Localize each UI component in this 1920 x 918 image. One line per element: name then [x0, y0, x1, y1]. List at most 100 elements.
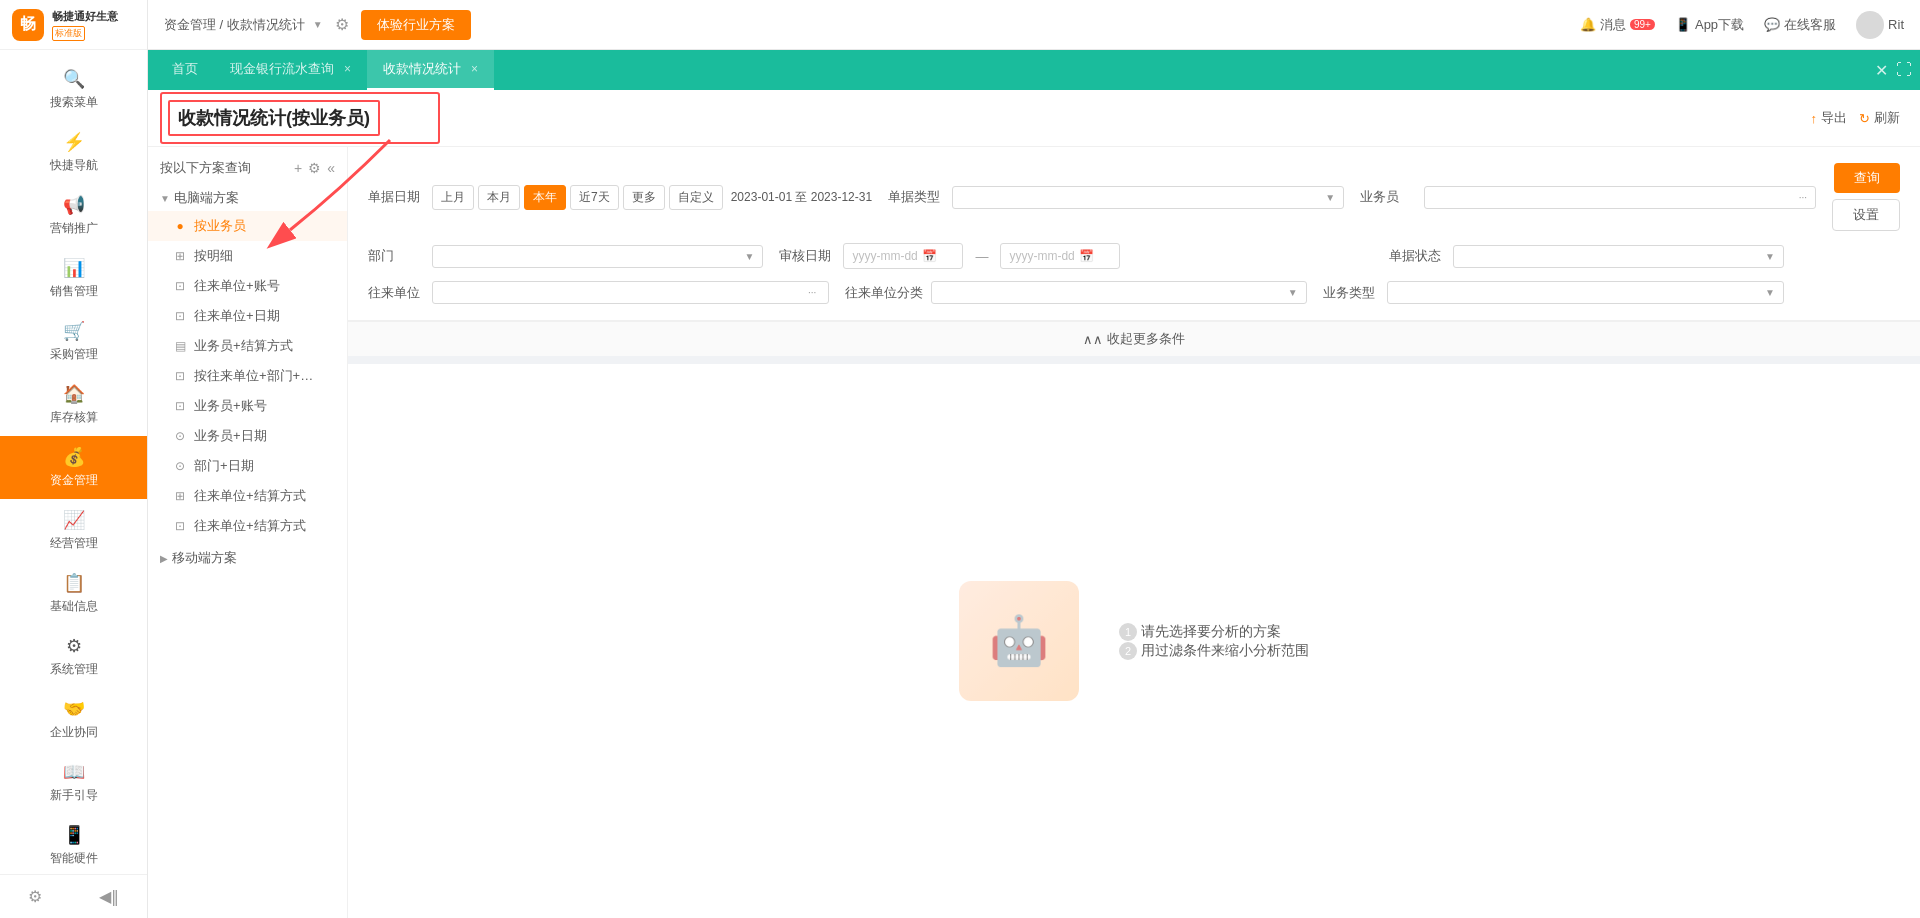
date-btn-7days[interactable]: 近7天: [570, 185, 619, 210]
sidebar-item-operations[interactable]: 📈 经营管理: [0, 499, 147, 562]
sidebar-item-purchase[interactable]: 🛒 采购管理: [0, 310, 147, 373]
tree-item-dept-date[interactable]: ⊙ 部门+日期: [148, 451, 347, 481]
collapse-panel-icon[interactable]: «: [327, 160, 335, 176]
bill-type-select[interactable]: ▼: [952, 186, 1344, 209]
topbar-gear-icon[interactable]: ⚙: [335, 15, 349, 34]
settings-button[interactable]: 设置: [1832, 199, 1900, 231]
audit-date-start[interactable]: yyyy-mm-dd 📅: [843, 243, 963, 269]
business-type-select[interactable]: ▼: [1387, 281, 1784, 304]
tree-group-mobile-toggle[interactable]: ▶ 移动端方案: [148, 545, 347, 571]
tree-item-detail[interactable]: ⊞ 按明细: [148, 241, 347, 271]
date-btn-last-month[interactable]: 上月: [432, 185, 474, 210]
tree-item-salesman[interactable]: ● 按业务员: [148, 211, 347, 241]
sidebar-item-system[interactable]: ⚙ 系统管理: [0, 625, 147, 688]
messages-action[interactable]: 🔔 消息 99+: [1580, 16, 1655, 34]
settings-bottom-icon[interactable]: ⚙: [28, 887, 42, 906]
audit-date-end[interactable]: yyyy-mm-dd 📅: [1000, 243, 1120, 269]
counterparty-select[interactable]: ···: [432, 281, 829, 304]
counterparty-class-select[interactable]: ▼: [931, 281, 1306, 304]
date-btn-this-month[interactable]: 本月: [478, 185, 520, 210]
tree-item-unit-settle2[interactable]: ⊡ 往来单位+结算方式: [148, 511, 347, 541]
bill-status-select[interactable]: ▼: [1453, 245, 1784, 268]
right-panel: 单据日期 上月 本月 本年 近7天 更多 自定义 2023-01-01 至 20…: [348, 147, 1920, 918]
hardware-icon: 📱: [63, 824, 85, 846]
operations-icon: 📈: [63, 509, 85, 531]
tab-maximize-icon[interactable]: ⛶: [1896, 61, 1912, 79]
refresh-button[interactable]: ↻ 刷新: [1859, 109, 1900, 127]
tree-item-unit-settle1[interactable]: ⊞ 往来单位+结算方式: [148, 481, 347, 511]
tab-bank-flow-close[interactable]: ×: [344, 62, 351, 76]
export-button[interactable]: ↑ 导出: [1811, 109, 1848, 127]
purchase-icon: 🛒: [63, 320, 85, 342]
salesman-dropdown-icon: ···: [1799, 192, 1807, 203]
filter-item-date: 单据日期 上月 本月 本年 近7天 更多 自定义 2023-01-01 至 20…: [368, 185, 872, 210]
sidebar-item-label: 经营管理: [50, 535, 98, 552]
tree-item-unit-dept[interactable]: ⊡ 按往来单位+部门+收...: [148, 361, 347, 391]
tree-group-desktop-toggle[interactable]: ▼ 电脑端方案: [148, 185, 347, 211]
tree-item-salesman-account[interactable]: ⊡ 业务员+账号: [148, 391, 347, 421]
sidebar-item-base[interactable]: 📋 基础信息: [0, 562, 147, 625]
panel-header-label: 按以下方案查询: [160, 159, 251, 177]
tree-item-label: 往来单位+结算方式: [194, 487, 306, 505]
sidebar-item-label: 企业协同: [50, 724, 98, 741]
refresh-icon: ↻: [1859, 111, 1870, 126]
sales-icon: 📊: [63, 257, 85, 279]
tree-item-label: 往来单位+账号: [194, 277, 280, 295]
tree-item-salesman-settle[interactable]: ▤ 业务员+结算方式: [148, 331, 347, 361]
date-btn-more[interactable]: 更多: [623, 185, 665, 210]
unit-account-icon: ⊡: [172, 278, 188, 294]
tab-collection-stats-label: 收款情况统计: [383, 60, 461, 78]
audit-date-start-placeholder: yyyy-mm-dd: [852, 249, 917, 263]
calendar-icon: 📅: [922, 249, 937, 263]
tab-bank-flow[interactable]: 现金银行流水查询 ×: [214, 50, 367, 90]
empty-tip-2: 2 用过滤条件来缩小分析范围: [1119, 641, 1309, 660]
user-menu[interactable]: Rit: [1856, 11, 1904, 39]
online-service-action[interactable]: 💬 在线客服: [1764, 16, 1836, 34]
collapse-bar[interactable]: ∧∧ 收起更多条件: [348, 321, 1920, 356]
calendar-icon-2: 📅: [1079, 249, 1094, 263]
salesman-select[interactable]: ···: [1424, 186, 1816, 209]
counterparty-class-dropdown-icon: ▼: [1288, 287, 1298, 298]
dept-date-icon: ⊙: [172, 458, 188, 474]
sidebar-item-finance[interactable]: 💰 资金管理: [0, 436, 147, 499]
add-scheme-icon[interactable]: +: [294, 160, 302, 176]
sidebar-item-marketing[interactable]: 📢 营销推广: [0, 184, 147, 247]
sidebar-item-label: 新手引导: [50, 787, 98, 804]
salesman-filter-label: 业务员: [1360, 188, 1416, 206]
breadcrumb-dropdown-icon[interactable]: ▼: [313, 19, 323, 30]
app-icon: 📱: [1675, 17, 1691, 32]
tab-collection-stats-close[interactable]: ×: [471, 62, 478, 76]
sidebar-item-quicknav[interactable]: ⚡ 快捷导航: [0, 121, 147, 184]
tree-item-salesman-date[interactable]: ⊙ 业务员+日期: [148, 421, 347, 451]
trial-industry-button[interactable]: 体验行业方案: [361, 10, 471, 40]
sidebar-item-enterprise[interactable]: 🤝 企业协同: [0, 688, 147, 751]
sidebar-item-search[interactable]: 🔍 搜索菜单: [0, 58, 147, 121]
query-button[interactable]: 查询: [1834, 163, 1900, 193]
tree-item-label: 按往来单位+部门+收...: [194, 367, 324, 385]
date-btn-custom[interactable]: 自定义: [669, 185, 723, 210]
scheme-settings-icon[interactable]: ⚙: [308, 160, 321, 176]
panel-header: 按以下方案查询 + ⚙ «: [148, 159, 347, 185]
unit-settle1-icon: ⊞: [172, 488, 188, 504]
tree-item-unit-date[interactable]: ⊡ 往来单位+日期: [148, 301, 347, 331]
tab-home[interactable]: 首页: [156, 50, 214, 90]
empty-content: 🤖 1 请先选择要分析的方案 2 用过滤条件来缩小分析范围: [959, 581, 1309, 701]
sidebar-item-sales[interactable]: 📊 销售管理: [0, 247, 147, 310]
breadcrumb: 资金管理 / 收款情况统计 ▼: [164, 16, 323, 34]
tab-collection-stats[interactable]: 收款情况统计 ×: [367, 50, 494, 90]
sidebar-item-hardware[interactable]: 📱 智能硬件: [0, 814, 147, 874]
tab-close-all-icon[interactable]: ✕: [1875, 61, 1888, 80]
sidebar-bottom: ⚙ ◀‖: [0, 874, 147, 918]
sidebar-item-inventory[interactable]: 🏠 库存核算: [0, 373, 147, 436]
date-btn-this-year[interactable]: 本年: [524, 185, 566, 210]
sidebar-item-label: 智能硬件: [50, 850, 98, 867]
business-type-dropdown-icon: ▼: [1765, 287, 1775, 298]
collapse-sidebar-icon[interactable]: ◀‖: [99, 887, 119, 906]
sidebar-item-newbie[interactable]: 📖 新手引导: [0, 751, 147, 814]
app-download-action[interactable]: 📱 App下载: [1675, 16, 1744, 34]
dept-select[interactable]: ▼: [432, 245, 763, 268]
tree-item-label: 业务员+账号: [194, 397, 267, 415]
bill-type-label: 单据类型: [888, 188, 944, 206]
sidebar-item-label: 库存核算: [50, 409, 98, 426]
tree-item-unit-account[interactable]: ⊡ 往来单位+账号: [148, 271, 347, 301]
